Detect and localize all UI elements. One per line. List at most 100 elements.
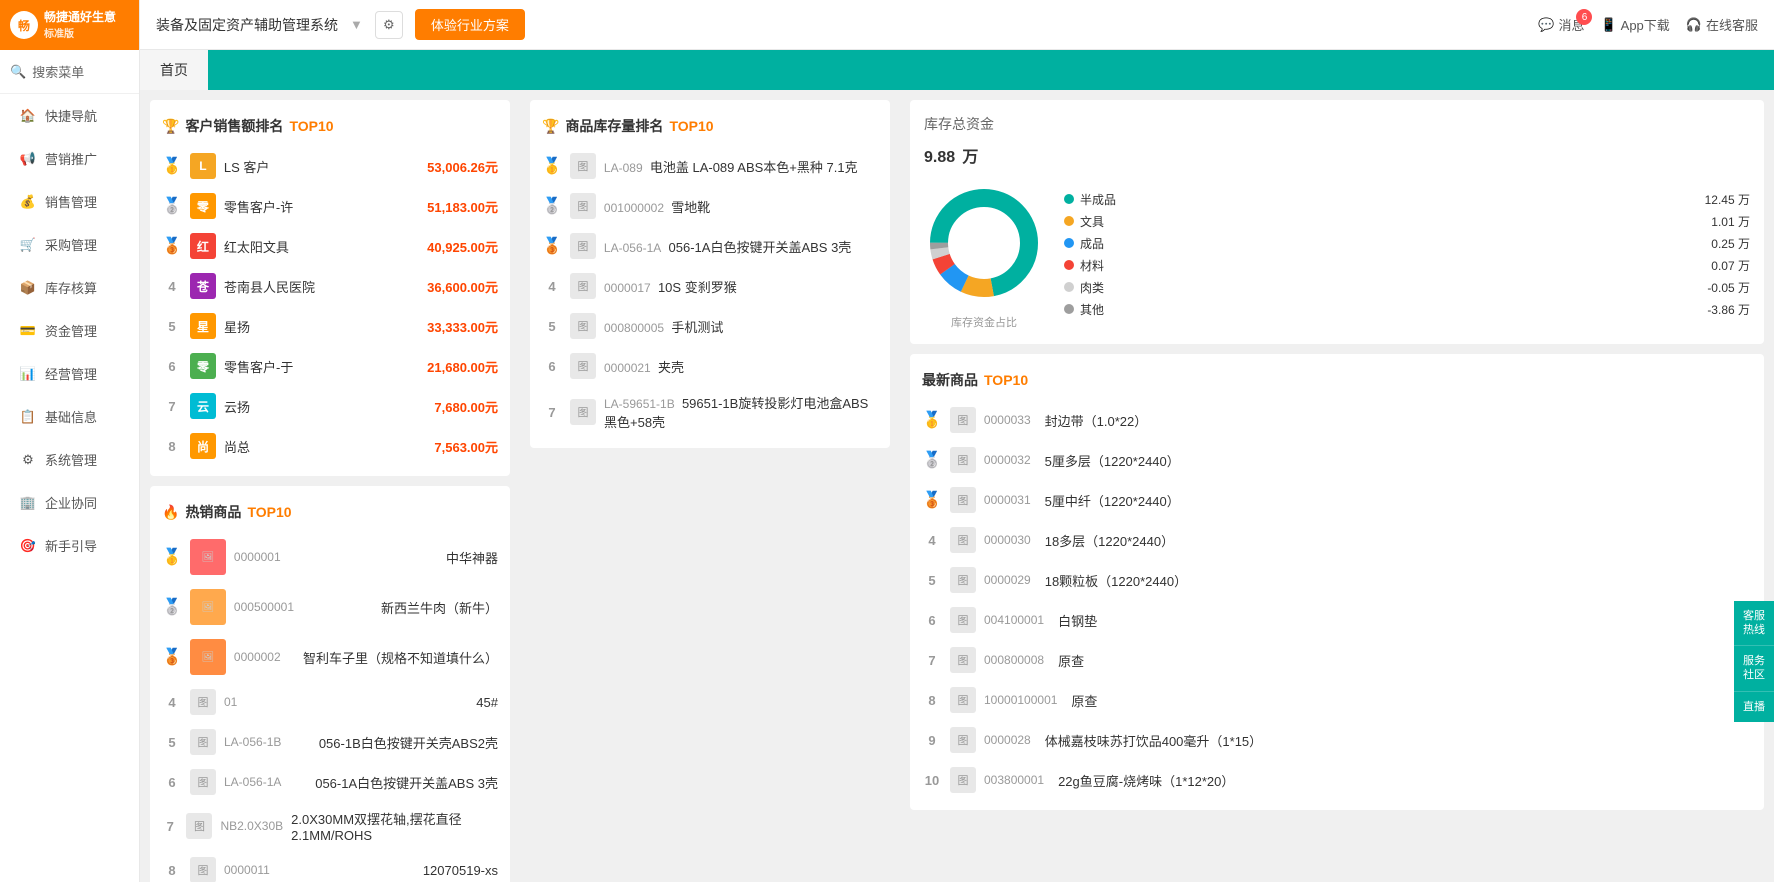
customer-name-7: 云扬 [224,397,426,416]
sidebar-item-sales[interactable]: 💰 销售管理 [0,180,139,223]
goods-rank-row-6[interactable]: 6 图 0000021 夹壳 [530,346,890,386]
sidebar-item-enterprise[interactable]: 🏢 企业协同 [0,481,139,524]
hot-product-name-6: 056-1A白色按键开关盖ABS 3壳 [315,773,498,792]
hot-product-row-1[interactable]: 🥇 🖼 0000001 中华神器 [150,532,510,582]
legend-dot-2 [1064,238,1074,248]
hot-product-row-7[interactable]: 7 图 NB2.0X30B 2.0X30MM双摆花轴,摆花直径2.1MM/ROH… [150,802,510,850]
customer-rank-row-4[interactable]: 4 苍 苍南县人民医院 36,600.00元 [150,266,510,306]
latest-row-1[interactable]: 🥇 图 0000033 封边带（1.0*22） [910,400,1764,440]
trophy-icon: 🏆 [162,118,179,135]
finance-icon: 💳 [19,322,37,340]
goods-rank-row-4[interactable]: 4 图 0000017 10S 变刹罗猴 [530,266,890,306]
goods-img-1: 图 [570,153,596,179]
donut-chart-container: 库存资金占比 半成品 12.45 万 文具 1.01 万 [924,183,1750,330]
goods-rank-row-3[interactable]: 🥉 图 LA-056-1A 056-1A白色按键开关盖ABS 3壳 [530,226,890,266]
customer-rank-row-7[interactable]: 7 云 云扬 7,680.00元 [150,386,510,426]
customer-avatar-4: 苍 [190,273,216,299]
customer-rank-row-1[interactable]: 🥇 L LS 客户 53,006.26元 [150,146,510,186]
enterprise-icon: 🏢 [19,494,37,512]
online-service-button[interactable]: 🎧 在线客服 [1686,15,1758,34]
goods-rank-row-1[interactable]: 🥇 图 LA-089 电池盖 LA-089 ABS本色+黑种 7.1克 [530,146,890,186]
hot-product-row-5[interactable]: 5 图 LA-056-1B 056-1B白色按键开关壳ABS2壳 [150,722,510,762]
latest-row-10[interactable]: 10 图 003800001 22g鱼豆腐-烧烤味（1*12*20） [910,760,1764,800]
logo-title: 畅捷通好生意 [44,10,116,26]
hot-product-row-6[interactable]: 6 图 LA-056-1A 056-1A白色按键开关盖ABS 3壳 [150,762,510,802]
float-btn-community[interactable]: 服务社区 [1734,646,1774,692]
latest-row-3[interactable]: 🥉 图 0000031 5厘中纤（1220*2440） [910,480,1764,520]
hot-products-card: 🔥 热销商品 TOP10 🥇 🖼 0000001 中华神器 🥈 🖼 000500… [150,486,510,882]
sidebar-item-basic-info[interactable]: 📋 基础信息 [0,395,139,438]
goods-rank-row-2[interactable]: 🥈 图 001000002 雪地靴 [530,186,890,226]
sidebar-item-label: 快捷导航 [45,106,97,125]
latest-row-7[interactable]: 7 图 000800008 原查 [910,640,1764,680]
sidebar-item-guide[interactable]: 🎯 新手引导 [0,524,139,567]
goods-rank-row-7[interactable]: 7 图 LA-59651-1B 59651-1B旋转投影灯电池盒ABS黑色+58… [530,386,890,438]
inventory-title: 库存总资金 [924,114,1750,134]
rank-medal-1: 🥇 [162,156,182,176]
search-menu-button[interactable]: 🔍 搜索菜单 [10,58,129,85]
tab-home-label: 首页 [160,60,188,80]
legend-value-1: 1.01 万 [1711,213,1750,230]
goods-trophy-icon: 🏆 [542,118,559,135]
hot-products-title: 热销商品 [185,502,241,522]
goods-info-2: 001000002 雪地靴 [604,197,878,216]
goods-rank-row-5[interactable]: 5 图 000800005 手机测试 [530,306,890,346]
customer-name-3: 红太阳文具 [224,237,419,256]
hot-product-name-3: 智利车子里（规格不知道填什么） [303,648,498,667]
search-icon: 🔍 [10,64,26,80]
customer-rank-row-5[interactable]: 5 星 星扬 33,333.00元 [150,306,510,346]
sidebar-search-area[interactable]: 🔍 搜索菜单 [0,50,139,94]
sidebar-item-finance[interactable]: 💳 资金管理 [0,309,139,352]
latest-code-9: 0000028 [984,733,1031,747]
message-button[interactable]: 💬 消息 6 [1538,15,1584,34]
latest-name-7: 原查 [1058,651,1084,670]
hot-product-row-4[interactable]: 4 图 01 45# [150,682,510,722]
hot-product-row-3[interactable]: 🥉 🖼 0000002 智利车子里（规格不知道填什么） [150,632,510,682]
sidebar-logo: 畅 畅捷通好生意 标准版 [0,0,139,50]
sidebar-item-quick-nav[interactable]: 🏠 快捷导航 [0,94,139,137]
latest-row-2[interactable]: 🥈 图 0000032 5厘多层（1220*2440） [910,440,1764,480]
sidebar-item-system[interactable]: ⚙ 系统管理 [0,438,139,481]
customer-ranking-column: 🏆 客户销售额排名 TOP10 🥇 L LS 客户 53,006.26元 🥈 零… [140,90,520,882]
hot-product-row-2[interactable]: 🥈 🖼 000500001 新西兰牛肉（新牛） [150,582,510,632]
sidebar-item-purchase[interactable]: 🛒 采购管理 [0,223,139,266]
goods-code-2: 001000002 [604,201,664,215]
latest-img-5: 图 [950,567,976,593]
sidebar-item-operations[interactable]: 📊 经营管理 [0,352,139,395]
latest-row-8[interactable]: 8 图 10000100001 原查 [910,680,1764,720]
settings-gear-button[interactable]: ⚙ [375,11,403,39]
customer-avatar-1: L [190,153,216,179]
legend-value-4: -0.05 万 [1707,279,1750,296]
latest-row-5[interactable]: 5 图 0000029 18颗粒板（1220*2440） [910,560,1764,600]
hot-product-row-8[interactable]: 8 图 0000011 12070519-xs [150,850,510,882]
app-download-button[interactable]: 📱 App下载 [1600,15,1669,34]
sidebar-item-marketing[interactable]: 📢 营销推广 [0,137,139,180]
customer-amount-6: 21,680.00元 [427,357,498,376]
hot-product-name-8: 12070519-xs [423,863,498,878]
legend-value-5: -3.86 万 [1707,301,1750,318]
latest-row-6[interactable]: 6 图 004100001 白钢垫 [910,600,1764,640]
content-area: 🏆 客户销售额排名 TOP10 🥇 L LS 客户 53,006.26元 🥈 零… [140,90,1774,882]
goods-img-4: 图 [570,273,596,299]
customer-rank-row-6[interactable]: 6 零 零售客户-于 21,680.00元 [150,346,510,386]
customer-rank-row-8[interactable]: 8 尚 尚总 7,563.00元 [150,426,510,466]
chevron-down-icon[interactable]: ▼ [350,17,363,32]
legend-value-3: 0.07 万 [1711,257,1750,274]
customer-rank-row-2[interactable]: 🥈 零 零售客户-许 51,183.00元 [150,186,510,226]
trial-plan-button[interactable]: 体验行业方案 [415,9,525,40]
goods-name-5: 手机测试 [671,320,723,335]
tab-home[interactable]: 首页 [140,50,208,90]
float-btn-service[interactable]: 客服热线 [1734,601,1774,647]
hot-product-img-2: 🖼 [190,589,226,625]
guide-icon: 🎯 [19,537,37,555]
float-btn-live[interactable]: 直播 [1734,692,1774,722]
customer-avatar-3: 红 [190,233,216,259]
legend-item-5: 其他 -3.86 万 [1064,301,1750,318]
customer-rank-row-3[interactable]: 🥉 红 红太阳文具 40,925.00元 [150,226,510,266]
latest-name-9: 体械嘉枝味苏打饮品400毫升（1*15） [1045,731,1262,750]
latest-row-4[interactable]: 4 图 0000030 18多层（1220*2440） [910,520,1764,560]
sidebar-item-label: 库存核算 [45,278,97,297]
sidebar-item-inventory[interactable]: 📦 库存核算 [0,266,139,309]
latest-row-9[interactable]: 9 图 0000028 体械嘉枝味苏打饮品400毫升（1*15） [910,720,1764,760]
customer-top10-label: TOP10 [289,118,333,134]
